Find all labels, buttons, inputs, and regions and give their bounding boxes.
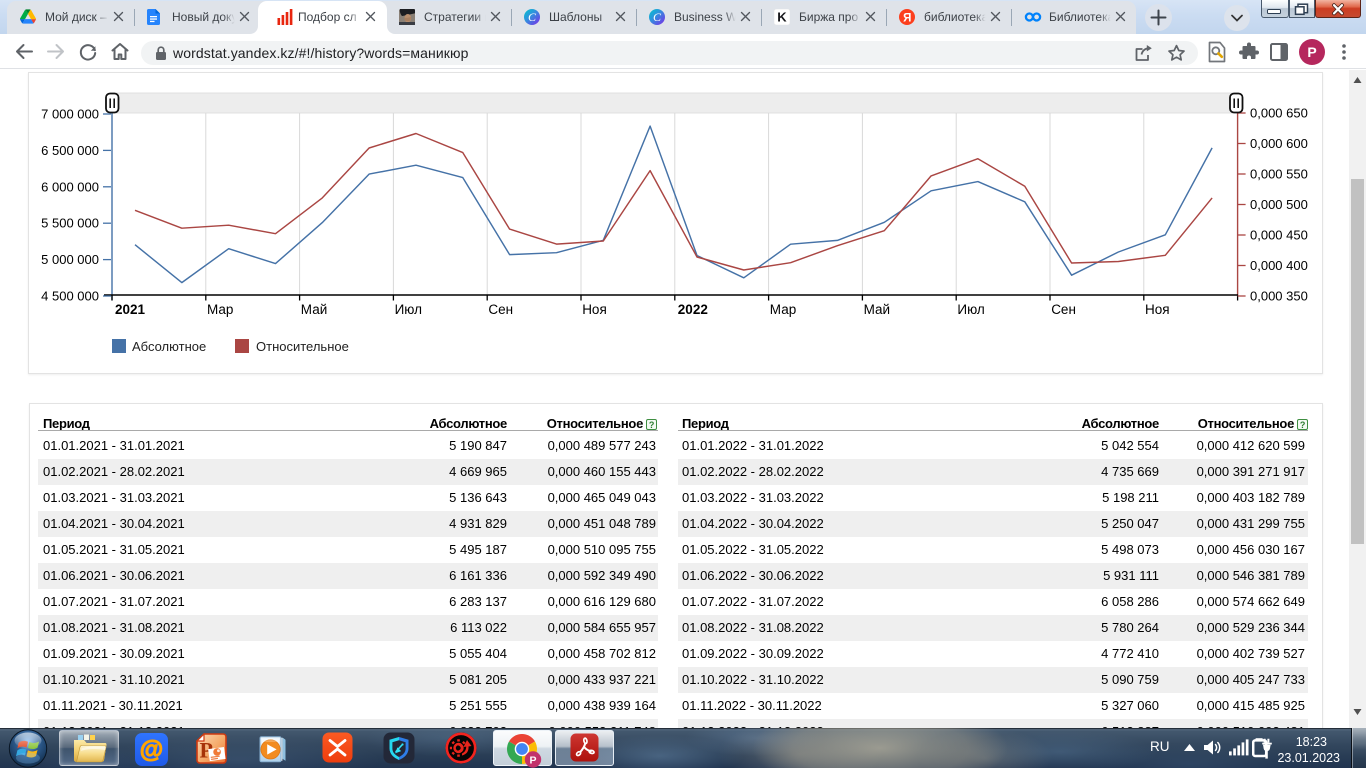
svg-text:5 000 000: 5 000 000 — [41, 252, 99, 267]
svg-text:Сен: Сен — [1051, 302, 1076, 317]
svg-text:@: @ — [140, 737, 163, 764]
svg-text:Абсолютное: Абсолютное — [132, 339, 206, 354]
svg-text:4 500 000: 4 500 000 — [41, 289, 99, 304]
svg-text:5 500 000: 5 500 000 — [41, 216, 99, 231]
svg-text:6 000 000: 6 000 000 — [41, 179, 99, 194]
svg-text:Мар: Мар — [207, 302, 233, 317]
svg-text:0,000 350: 0,000 350 — [1250, 289, 1308, 304]
svg-text:2021: 2021 — [115, 302, 146, 317]
svg-text:Июл: Июл — [395, 302, 422, 317]
svg-text:Сен: Сен — [488, 302, 513, 317]
svg-text:0,000 450: 0,000 450 — [1250, 228, 1308, 243]
svg-text:0,000 600: 0,000 600 — [1250, 136, 1308, 151]
svg-text:0,000 650: 0,000 650 — [1250, 106, 1308, 121]
svg-text:K: K — [777, 10, 787, 25]
svg-text:Мар: Мар — [770, 302, 796, 317]
svg-text:Ноя: Ноя — [582, 302, 607, 317]
svg-text:P: P — [529, 755, 536, 767]
svg-text:Июл: Июл — [957, 302, 984, 317]
svg-text:Май: Май — [864, 302, 890, 317]
svg-text:Май: Май — [301, 302, 327, 317]
svg-text:7 000 000: 7 000 000 — [41, 107, 99, 122]
svg-text:6 500 000: 6 500 000 — [41, 143, 99, 158]
svg-text:Я: Я — [903, 12, 911, 24]
svg-text:C: C — [653, 10, 662, 24]
svg-text:Ноя: Ноя — [1145, 302, 1170, 317]
svg-text:0,000 400: 0,000 400 — [1250, 258, 1308, 273]
svg-text:0,000 550: 0,000 550 — [1250, 167, 1308, 182]
svg-text:0,000 500: 0,000 500 — [1250, 197, 1308, 212]
svg-text:Относительное: Относительное — [256, 339, 349, 354]
svg-text:2022: 2022 — [678, 302, 708, 317]
svg-text:C: C — [528, 10, 537, 24]
